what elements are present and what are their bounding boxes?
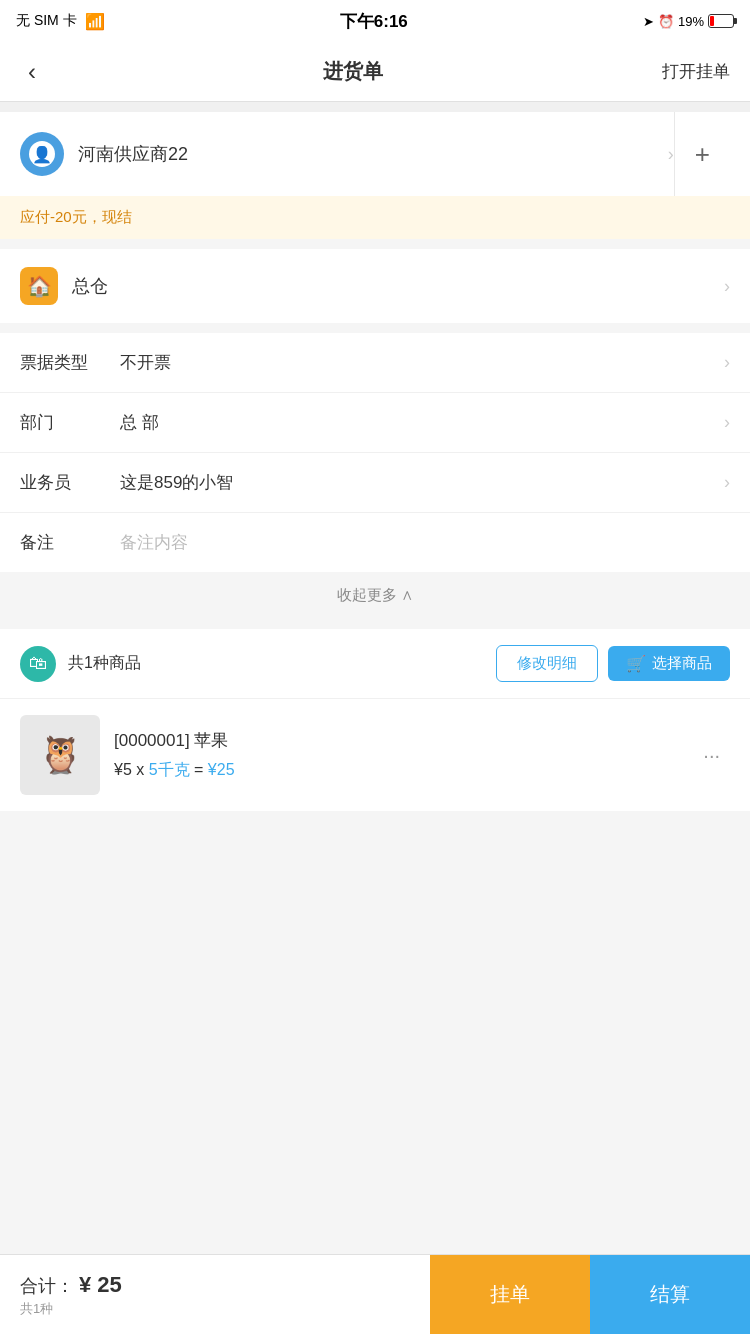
status-left: 无 SIM 卡 📶 — [16, 12, 105, 31]
product-unit-price: ¥5 — [114, 761, 132, 778]
product-title: 苹果 — [194, 731, 228, 750]
product-total: ¥25 — [208, 761, 235, 778]
department-row[interactable]: 部门 总 部 › — [0, 393, 750, 453]
select-product-button[interactable]: 🛒 选择商品 — [608, 646, 730, 681]
status-bar: 无 SIM 卡 📶 下午6:16 ➤ ⏰ 19% — [0, 0, 750, 42]
carrier-text: 无 SIM 卡 — [16, 12, 77, 30]
invoice-type-value: 不开票 — [120, 351, 714, 374]
salesperson-chevron-icon: › — [724, 472, 730, 493]
collapse-button[interactable]: 收起更多 ∧ — [0, 572, 750, 619]
battery-icon — [708, 14, 734, 28]
product-item: 🦉 [0000001] 苹果 ¥5 x 5千克 = ¥25 ··· — [0, 699, 750, 811]
invoice-type-row[interactable]: 票据类型 不开票 › — [0, 333, 750, 393]
product-multiply: x — [136, 761, 148, 778]
edit-detail-button[interactable]: 修改明细 — [496, 645, 598, 682]
location-icon: ➤ — [643, 14, 654, 29]
status-right: ➤ ⏰ 19% — [643, 14, 734, 29]
invoice-chevron-icon: › — [724, 352, 730, 373]
battery-percent: 19% — [678, 14, 704, 29]
supplier-row[interactable]: 👤 河南供应商22 › — [20, 112, 675, 196]
chevron-right-icon: › — [668, 144, 674, 165]
salesperson-row[interactable]: 业务员 这是859的小智 › — [0, 453, 750, 513]
total-section: 合计： ¥ 25 共1种 — [0, 1272, 430, 1318]
checkout-button[interactable]: 结算 — [590, 1255, 750, 1335]
warehouse-name: 总仓 — [72, 274, 714, 298]
select-product-icon: 🛒 — [626, 654, 646, 673]
total-value: ¥ 25 — [79, 1272, 122, 1297]
hang-button[interactable]: 挂单 — [430, 1255, 590, 1335]
product-quantity: 5千克 — [149, 761, 190, 778]
product-name: [0000001] 苹果 — [114, 729, 693, 752]
remark-row[interactable]: 备注 备注内容 — [0, 513, 750, 572]
open-hang-button[interactable]: 打开挂单 — [662, 60, 730, 83]
select-product-label: 选择商品 — [652, 654, 712, 673]
page-title: 进货单 — [323, 58, 383, 85]
products-header: 🛍 共1种商品 修改明细 🛒 选择商品 — [0, 629, 750, 699]
alarm-icon: ⏰ — [658, 14, 674, 29]
status-time: 下午6:16 — [340, 10, 408, 33]
product-equals: = — [194, 761, 208, 778]
warehouse-section[interactable]: 🏠 总仓 › — [0, 249, 750, 323]
department-chevron-icon: › — [724, 412, 730, 433]
form-section: 票据类型 不开票 › 部门 总 部 › 业务员 这是859的小智 › 备注 备注… — [0, 333, 750, 572]
product-info: [0000001] 苹果 ¥5 x 5千克 = ¥25 — [114, 729, 693, 781]
total-label: 合计： — [20, 1276, 74, 1296]
products-icon: 🛍 — [20, 646, 56, 682]
total-amount: 合计： ¥ 25 — [20, 1272, 410, 1298]
product-price: ¥5 x 5千克 = ¥25 — [114, 760, 693, 781]
supplier-name: 河南供应商22 — [78, 142, 658, 166]
product-thumb-icon: 🦉 — [38, 734, 83, 776]
products-section: 🛍 共1种商品 修改明细 🛒 选择商品 🦉 [0000001] 苹果 ¥5 x — [0, 629, 750, 811]
bottom-bar: 合计： ¥ 25 共1种 挂单 结算 — [0, 1254, 750, 1334]
salesperson-value: 这是859的小智 — [120, 471, 714, 494]
total-count: 共1种 — [20, 1300, 410, 1318]
divider-top — [0, 102, 750, 112]
department-label: 部门 — [20, 411, 100, 434]
products-count: 共1种商品 — [68, 653, 496, 674]
supplier-section: 👤 河南供应商22 › + — [0, 112, 750, 196]
warehouse-icon: 🏠 — [20, 267, 58, 305]
salesperson-label: 业务员 — [20, 471, 100, 494]
product-more-button[interactable]: ··· — [693, 734, 730, 777]
warehouse-chevron-icon: › — [724, 276, 730, 297]
product-thumbnail: 🦉 — [20, 715, 100, 795]
remark-label: 备注 — [20, 531, 100, 554]
nav-bar: ‹ 进货单 打开挂单 — [0, 42, 750, 102]
supplier-avatar: 👤 — [20, 132, 64, 176]
invoice-type-label: 票据类型 — [20, 351, 100, 374]
product-code: [0000001] — [114, 731, 190, 750]
avatar-icon: 👤 — [29, 141, 55, 167]
back-button[interactable]: ‹ — [20, 50, 44, 94]
add-button[interactable]: + — [675, 139, 730, 170]
wifi-icon: 📶 — [85, 12, 105, 31]
remark-placeholder: 备注内容 — [120, 531, 730, 554]
department-value: 总 部 — [120, 411, 714, 434]
payment-notice: 应付-20元，现结 — [0, 196, 750, 239]
